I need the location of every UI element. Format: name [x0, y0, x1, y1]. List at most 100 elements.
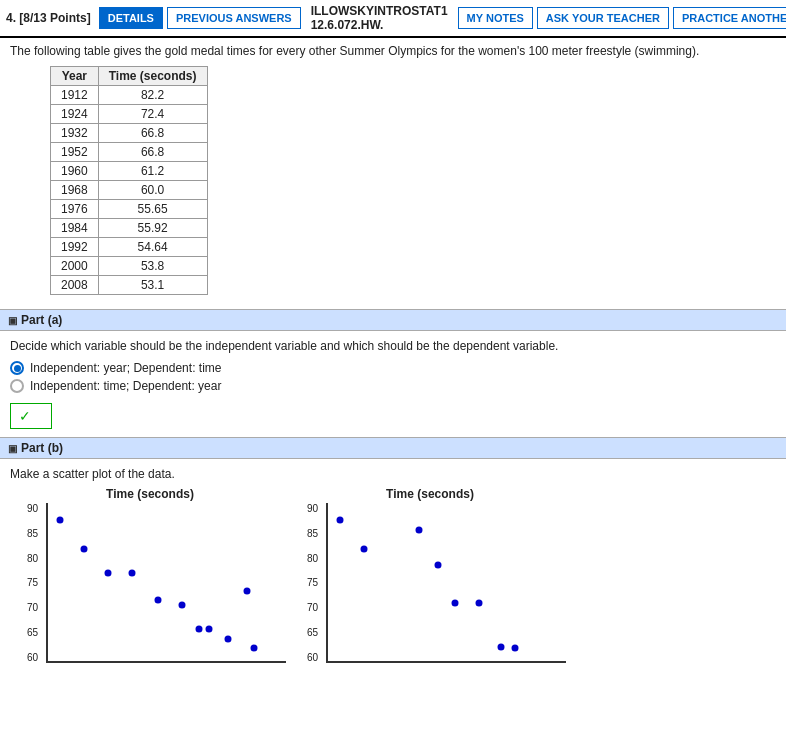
table-cell: 60.0	[98, 181, 207, 200]
table-cell: 53.8	[98, 257, 207, 276]
y-label: 60	[10, 652, 38, 663]
table-cell: 1968	[51, 181, 99, 200]
y-label: 65	[290, 627, 318, 638]
y-label: 65	[10, 627, 38, 638]
practice-another-button[interactable]: PRACTICE ANOTHER	[673, 7, 786, 29]
radio-circle-1[interactable]	[10, 379, 24, 393]
plot1-area	[46, 503, 286, 663]
table-cell: 1952	[51, 143, 99, 162]
part-b-header[interactable]: ▣ Part (b)	[0, 437, 786, 459]
table-cell: 61.2	[98, 162, 207, 181]
plot2-y-axis: 90 85 80 75 70 65 60	[290, 503, 322, 663]
table-cell: 1984	[51, 219, 99, 238]
scatter-dot	[179, 602, 186, 609]
page-header: 4. [8/13 Points] DETAILS PREVIOUS ANSWER…	[0, 0, 786, 38]
plot1: Time (seconds) 90 85 80 75 70 65 60	[10, 487, 290, 683]
table-row: 192472.4	[51, 105, 208, 124]
table-cell: 54.64	[98, 238, 207, 257]
scatter-dot	[225, 635, 232, 642]
part-a-header[interactable]: ▣ Part (a)	[0, 309, 786, 331]
table-row: 200053.8	[51, 257, 208, 276]
part-a-icon: ▣	[8, 315, 17, 326]
plot1-y-axis: 90 85 80 75 70 65 60	[10, 503, 42, 663]
table-cell: 2000	[51, 257, 99, 276]
col-header-time: Time (seconds)	[98, 67, 207, 86]
table-row: 200853.1	[51, 276, 208, 295]
check-mark: ✓	[19, 408, 31, 424]
y-label: 85	[290, 528, 318, 539]
table-row: 198455.92	[51, 219, 208, 238]
scatter-instruction: Make a scatter plot of the data.	[10, 467, 776, 481]
y-label: 90	[290, 503, 318, 514]
table-row: 195266.8	[51, 143, 208, 162]
table-cell: 82.2	[98, 86, 207, 105]
part-b-icon: ▣	[8, 443, 17, 454]
table-cell: 2008	[51, 276, 99, 295]
scatter-dot	[361, 546, 368, 553]
y-label: 75	[10, 577, 38, 588]
scatter-dot	[497, 643, 504, 650]
y-label: 80	[290, 553, 318, 564]
radio-options: Independent: year; Dependent: time Indepe…	[10, 361, 776, 429]
scatter-dot	[337, 517, 344, 524]
scatter-dot	[416, 526, 423, 533]
table-row: 193266.8	[51, 124, 208, 143]
part-b-label: Part (b)	[21, 441, 63, 455]
data-table: Year Time (seconds) 191282.2192472.41932…	[50, 66, 208, 295]
table-cell: 1912	[51, 86, 99, 105]
plot1-title: Time (seconds)	[10, 487, 290, 501]
part-a-content: Decide which variable should be the inde…	[0, 331, 786, 437]
table-row: 197655.65	[51, 200, 208, 219]
table-row: 196860.0	[51, 181, 208, 200]
y-label: 75	[290, 577, 318, 588]
plot2-title: Time (seconds)	[290, 487, 570, 501]
table-cell: 72.4	[98, 105, 207, 124]
scatter-dot	[81, 546, 88, 553]
table-row: 191282.2	[51, 86, 208, 105]
ask-teacher-button[interactable]: ASK YOUR TEACHER	[537, 7, 669, 29]
details-button[interactable]: DETAILS	[99, 7, 163, 29]
scatter-dot	[251, 645, 258, 652]
scatter-dot	[129, 570, 136, 577]
hw-label: ILLOWSKYINTROSTAT1 12.6.072.HW.	[311, 4, 448, 32]
scatter-dot	[105, 570, 112, 577]
y-label: 85	[10, 528, 38, 539]
scatter-dot	[57, 517, 64, 524]
radio-circle-0[interactable]	[10, 361, 24, 375]
table-cell: 1992	[51, 238, 99, 257]
scatter-dot	[435, 562, 442, 569]
table-cell: 66.8	[98, 143, 207, 162]
scatter-dot	[155, 597, 162, 604]
scatter-dot	[205, 626, 212, 633]
previous-answers-button[interactable]: PREVIOUS ANSWERS	[167, 7, 301, 29]
table-cell: 1960	[51, 162, 99, 181]
y-label: 80	[10, 553, 38, 564]
table-cell: 66.8	[98, 124, 207, 143]
part-a-label: Part (a)	[21, 313, 62, 327]
table-cell: 1924	[51, 105, 99, 124]
question-label: 4. [8/13 Points]	[6, 11, 91, 25]
scatter-dot	[512, 645, 519, 652]
table-row: 196061.2	[51, 162, 208, 181]
part-a-question: Decide which variable should be the inde…	[10, 339, 776, 353]
radio-label-1: Independent: time; Dependent: year	[30, 379, 221, 393]
main-content: The following table gives the gold medal…	[0, 38, 786, 309]
answer-box: ✓	[10, 403, 52, 429]
y-label: 90	[10, 503, 38, 514]
scatter-dot	[452, 600, 459, 607]
table-cell: 55.65	[98, 200, 207, 219]
radio-label-0: Independent: year; Dependent: time	[30, 361, 221, 375]
scatter-dot	[476, 600, 483, 607]
problem-description: The following table gives the gold medal…	[10, 44, 776, 58]
plot2: Time (seconds) 90 85 80 75 70 65 60	[290, 487, 570, 683]
y-label: 60	[290, 652, 318, 663]
my-notes-button[interactable]: MY NOTES	[458, 7, 533, 29]
y-label: 70	[10, 602, 38, 613]
table-cell: 1932	[51, 124, 99, 143]
table-cell: 55.92	[98, 219, 207, 238]
col-header-year: Year	[51, 67, 99, 86]
radio-option-0[interactable]: Independent: year; Dependent: time	[10, 361, 776, 375]
y-label: 70	[290, 602, 318, 613]
table-cell: 1976	[51, 200, 99, 219]
radio-option-1[interactable]: Independent: time; Dependent: year	[10, 379, 776, 393]
